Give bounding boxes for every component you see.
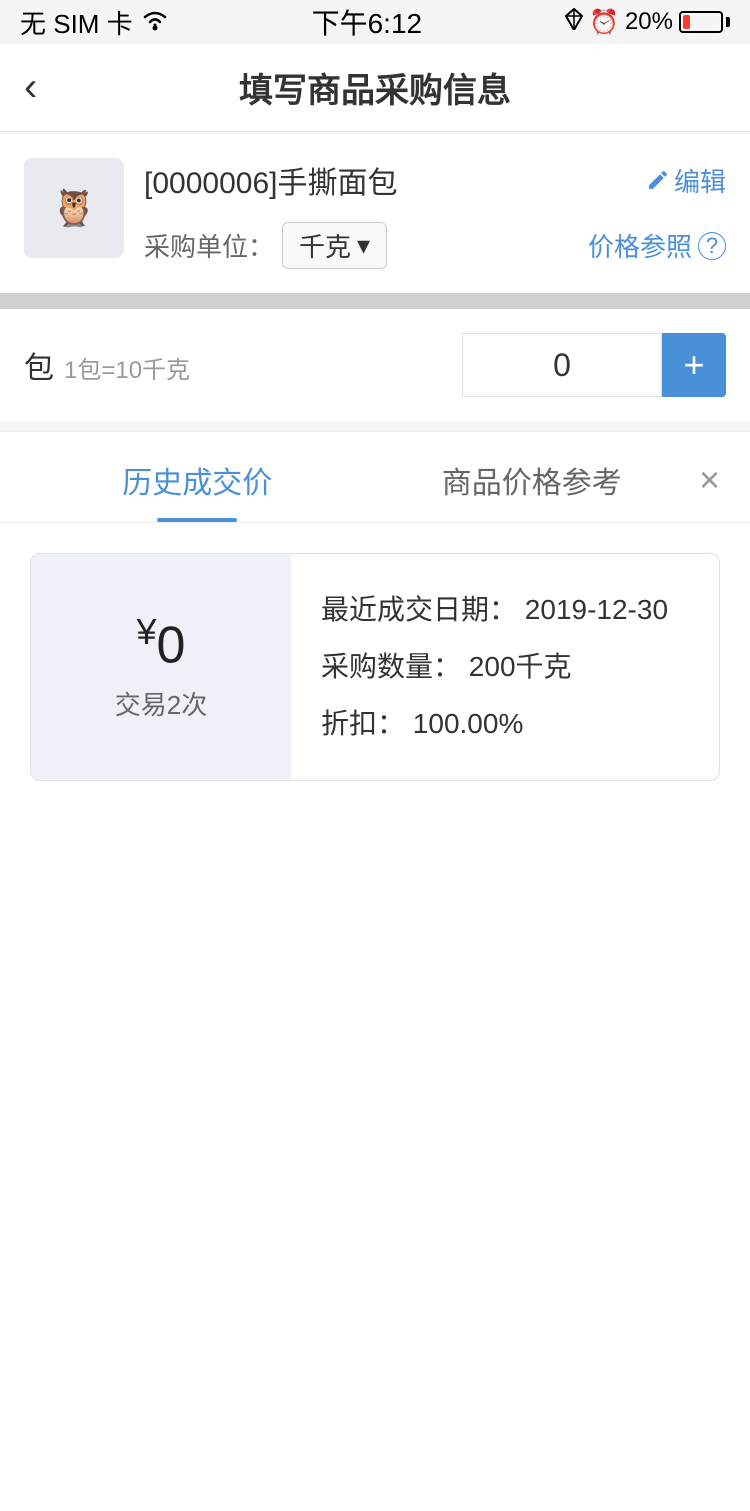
tabs-section: 历史成交价 商品价格参考 × ¥0 交易2次 最近成交日期： 2019-12-3… <box>0 431 750 811</box>
price-ref-button[interactable]: 价格参照 ? <box>588 227 726 264</box>
quantity-row: 包 1包=10千克 0 + <box>0 309 750 421</box>
price-currency-symbol: ¥ <box>137 611 157 652</box>
status-bar: 无 SIM 卡 下午6:12 ⏰ 20% <box>0 0 750 44</box>
unit-label: 采购单位： 千克 ▾ <box>144 222 387 269</box>
recent-date-value: 2019-12-30 <box>525 594 668 625</box>
history-content: ¥0 交易2次 最近成交日期： 2019-12-30 采购数量： 200千克 折… <box>0 523 750 811</box>
quantity-label-section: 包 1包=10千克 <box>24 343 190 387</box>
product-image-icon: 🦉 <box>52 187 97 229</box>
battery-percent: 20% <box>625 8 673 36</box>
card-discount-row: 折扣： 100.00% <box>321 704 689 743</box>
purchase-qty-label: 采购数量： <box>321 651 461 682</box>
card-trades-count: 交易2次 <box>115 685 207 722</box>
product-unit-row: 采购单位： 千克 ▾ 价格参照 ? <box>144 222 726 269</box>
nav-bar: ‹ 填写商品采购信息 <box>0 44 750 132</box>
purchase-qty-value: 200千克 <box>469 651 572 682</box>
quantity-plus-button[interactable]: + <box>662 333 726 397</box>
card-recent-date-row: 最近成交日期： 2019-12-30 <box>321 590 689 629</box>
back-button[interactable]: ‹ <box>24 65 37 110</box>
edit-button[interactable]: 编辑 <box>646 162 726 199</box>
card-price-value: ¥0 <box>137 611 186 675</box>
tab-close-button[interactable]: × <box>699 436 720 518</box>
card-details-section: 最近成交日期： 2019-12-30 采购数量： 200千克 折扣： 100.0… <box>291 554 719 780</box>
quantity-input[interactable]: 0 <box>462 333 662 397</box>
unit-select-dropdown[interactable]: 千克 ▾ <box>282 222 387 269</box>
price-ref-help-icon: ? <box>698 232 726 260</box>
quantity-conversion: 1包=10千克 <box>64 350 190 385</box>
quantity-unit: 包 <box>24 343 54 387</box>
product-name: [0000006]手撕面包 <box>144 158 397 202</box>
status-right: ⏰ 20% <box>565 8 730 37</box>
chevron-down-icon: ▾ <box>357 230 370 261</box>
product-image: 🦉 <box>24 158 124 258</box>
quantity-input-section: 0 + <box>462 333 726 397</box>
card-quantity-row: 采购数量： 200千克 <box>321 647 689 686</box>
tab-price-reference[interactable]: 商品价格参考 <box>364 432 698 522</box>
main-content-area <box>0 811 750 1511</box>
wifi-icon <box>141 7 169 38</box>
tabs-header: 历史成交价 商品价格参考 × <box>0 432 750 523</box>
discount-value: 100.00% <box>413 708 524 739</box>
section-divider <box>0 293 750 309</box>
card-price-section: ¥0 交易2次 <box>31 554 291 780</box>
status-time: 下午6:12 <box>312 2 423 42</box>
discount-label: 折扣： <box>321 708 405 739</box>
tab-history-price[interactable]: 历史成交价 <box>30 432 364 522</box>
page-title: 填写商品采购信息 <box>239 63 511 112</box>
recent-date-label: 最近成交日期： <box>321 594 517 625</box>
product-section: 🦉 [0000006]手撕面包 编辑 采购单位： 千克 ▾ 价格参照 ? <box>0 134 750 293</box>
alarm-icon: ⏰ <box>589 8 619 37</box>
location-icon <box>565 8 583 37</box>
history-card: ¥0 交易2次 最近成交日期： 2019-12-30 采购数量： 200千克 折… <box>30 553 720 781</box>
status-left: 无 SIM 卡 <box>20 4 169 41</box>
product-info: [0000006]手撕面包 编辑 采购单位： 千克 ▾ 价格参照 ? <box>144 158 726 269</box>
carrier-text: 无 SIM 卡 <box>20 4 133 41</box>
product-header: [0000006]手撕面包 编辑 <box>144 158 726 202</box>
battery-icon <box>679 11 730 33</box>
